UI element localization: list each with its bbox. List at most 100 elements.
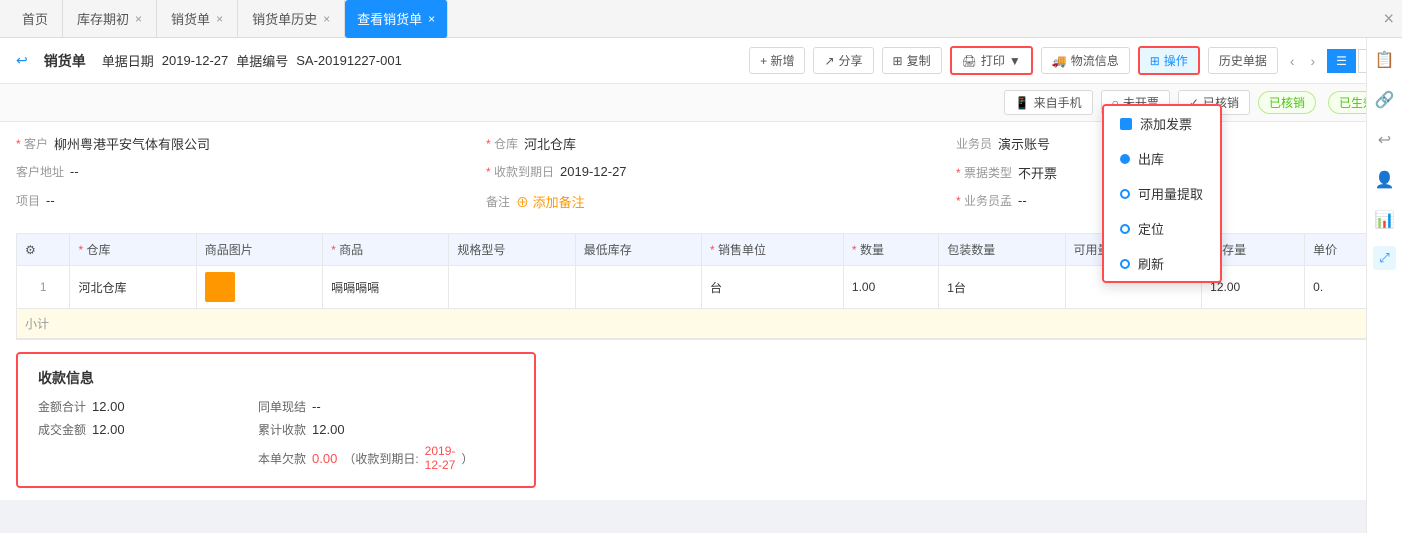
balance-note: （收款到期日:	[343, 450, 418, 467]
col-min-stock: 最低库存	[575, 234, 701, 266]
close-tab-inventory[interactable]: ×	[135, 12, 142, 26]
col-warehouse: 仓库	[70, 234, 196, 266]
sidebar-chart-icon[interactable]: 📊	[1371, 206, 1399, 234]
total-amount-value: 12.00	[92, 399, 125, 414]
doc-icon: ↩	[16, 52, 28, 69]
total-amount-item: 金额合计 12.00	[38, 398, 238, 415]
remark-label: 备注	[486, 193, 510, 210]
subtotal-label: 小计	[17, 309, 1385, 339]
warehouse-field: 仓库 河北仓库	[486, 134, 916, 153]
col-spec: 规格型号	[449, 234, 575, 266]
balance-detail-item: 本单欠款 0.00 （收款到期日: 2019-12-27 ）	[258, 444, 458, 472]
staff-value: 演示账号	[998, 134, 1050, 153]
cumulative-item: 累计收款 12.00	[258, 421, 458, 438]
copy-icon: ⊞	[893, 54, 903, 68]
sidebar-clipboard-icon[interactable]: 📋	[1371, 46, 1399, 74]
sidebar-expand-icon[interactable]: ⤢	[1373, 246, 1395, 270]
transaction-item: 同单现结 --	[258, 398, 458, 415]
transaction-value: --	[312, 399, 321, 414]
address-value: --	[70, 164, 79, 179]
add-remark-button[interactable]: ⊕ 添加备注	[516, 192, 585, 211]
grid-icon: ⊞	[1150, 54, 1160, 68]
print-button[interactable]: 🖨 打印 ▼	[950, 46, 1033, 75]
cumulative-value: 12.00	[312, 422, 345, 437]
phone-icon: 📱	[1015, 96, 1030, 110]
prev-arrow[interactable]: ‹	[1286, 51, 1299, 71]
col-image: 商品图片	[196, 234, 322, 266]
locate-icon	[1120, 224, 1130, 234]
row-quantity: 1.00	[843, 266, 938, 309]
number-label: 单据编号	[236, 51, 288, 70]
sidebar-user-icon[interactable]: 👤	[1371, 166, 1399, 194]
doc-header-right: + 新增 ↗ 分享 ⊞ 复制 🖨 打印 ▼ 🚚 物流信息 ⊞ 操作	[749, 46, 1386, 75]
row-image	[196, 266, 322, 309]
refresh-icon	[1120, 259, 1130, 269]
col-product: 商品	[323, 234, 449, 266]
warehouse-label: 仓库	[486, 135, 518, 152]
ship-out-icon	[1120, 154, 1130, 164]
ticket-type-value: 不开票	[1018, 163, 1057, 182]
close-tab-sales[interactable]: ×	[216, 12, 223, 26]
operation-button[interactable]: ⊞ 操作	[1138, 46, 1200, 75]
sold-tag[interactable]: 已核销	[1258, 91, 1316, 114]
history-button[interactable]: 历史单据	[1208, 47, 1278, 74]
subtotal-row: 小计	[17, 309, 1385, 339]
row-pack-qty: 1台	[939, 266, 1065, 309]
available-pick-item[interactable]: 可用量提取	[1104, 176, 1220, 211]
staff-label: 业务员	[956, 135, 992, 152]
col-quantity: 数量	[843, 234, 938, 266]
date-label: 单据日期	[102, 51, 154, 70]
payment-title: 收款信息	[38, 368, 514, 388]
next-arrow[interactable]: ›	[1307, 51, 1320, 71]
remark-field: 备注 ⊕ 添加备注	[486, 192, 916, 211]
print-dropdown-arrow[interactable]: ▼	[1009, 54, 1021, 68]
row-warehouse: 河北仓库	[70, 266, 196, 309]
locate-item[interactable]: 定位	[1104, 211, 1220, 246]
sidebar-link-icon[interactable]: 🔗	[1371, 86, 1399, 114]
project-field: 项目 --	[16, 192, 446, 209]
add-invoice-item[interactable]: 添加发票	[1104, 106, 1220, 141]
operation-dropdown: 添加发票 出库 可用量提取 定位 刷新	[1102, 104, 1222, 283]
tab-inventory-init[interactable]: 库存期初 ×	[63, 0, 157, 38]
phone-source-button[interactable]: 📱 来自手机	[1004, 90, 1093, 115]
close-tab-view-sales[interactable]: ×	[428, 12, 435, 26]
close-tab-history[interactable]: ×	[323, 12, 330, 26]
due-date-label: 收款到期日	[486, 163, 554, 180]
balance-item	[38, 444, 238, 472]
address-label: 客户地址	[16, 163, 64, 180]
tab-sales-order[interactable]: 销货单 ×	[157, 0, 238, 38]
logistics-button[interactable]: 🚚 物流信息	[1041, 47, 1130, 74]
col-unit: 销售单位	[702, 234, 844, 266]
number-value: SA-20191227-001	[296, 53, 402, 68]
col-settings[interactable]: ⚙	[17, 234, 70, 266]
deal-amount-item: 成交金额 12.00	[38, 421, 238, 438]
print-icon: 🖨	[962, 54, 977, 68]
customer-field: 客户 柳州粤港平安气体有限公司	[16, 134, 446, 153]
product-image	[205, 272, 235, 302]
transaction-label: 同单现结	[258, 398, 306, 415]
customer-value: 柳州粤港平安气体有限公司	[54, 134, 210, 153]
row-min-stock	[575, 266, 701, 309]
close-window-button[interactable]: ×	[1383, 8, 1394, 29]
row-spec	[449, 266, 575, 309]
cumulative-label: 累计收款	[258, 421, 306, 438]
due-date-value: 2019-12-27	[560, 164, 627, 179]
doc-header: ↩ 销货单 单据日期 2019-12-27 单据编号 SA-20191227-0…	[0, 38, 1402, 84]
truck-icon: 🚚	[1052, 54, 1067, 68]
tab-home[interactable]: 首页	[8, 0, 63, 38]
row-num: 1	[17, 266, 70, 309]
share-button[interactable]: ↗ 分享	[813, 47, 873, 74]
ship-out-item[interactable]: 出库	[1104, 141, 1220, 176]
tab-sales-history[interactable]: 销货单历史 ×	[238, 0, 345, 38]
copy-button[interactable]: ⊞ 复制	[882, 47, 942, 74]
new-button[interactable]: + 新增	[749, 47, 805, 74]
list-view-button[interactable]: ☰	[1327, 49, 1356, 73]
sidebar-return-icon[interactable]: ↩	[1374, 126, 1395, 154]
tab-bar: 首页 库存期初 × 销货单 × 销货单历史 × 查看销货单 × ×	[0, 0, 1402, 38]
col-pack-qty: 包装数量	[939, 234, 1065, 266]
tab-view-sales[interactable]: 查看销货单 ×	[345, 0, 448, 38]
total-amount-label: 金额合计	[38, 398, 86, 415]
available-pick-icon	[1120, 189, 1130, 199]
refresh-item[interactable]: 刷新	[1104, 246, 1220, 281]
project-label: 项目	[16, 192, 40, 209]
